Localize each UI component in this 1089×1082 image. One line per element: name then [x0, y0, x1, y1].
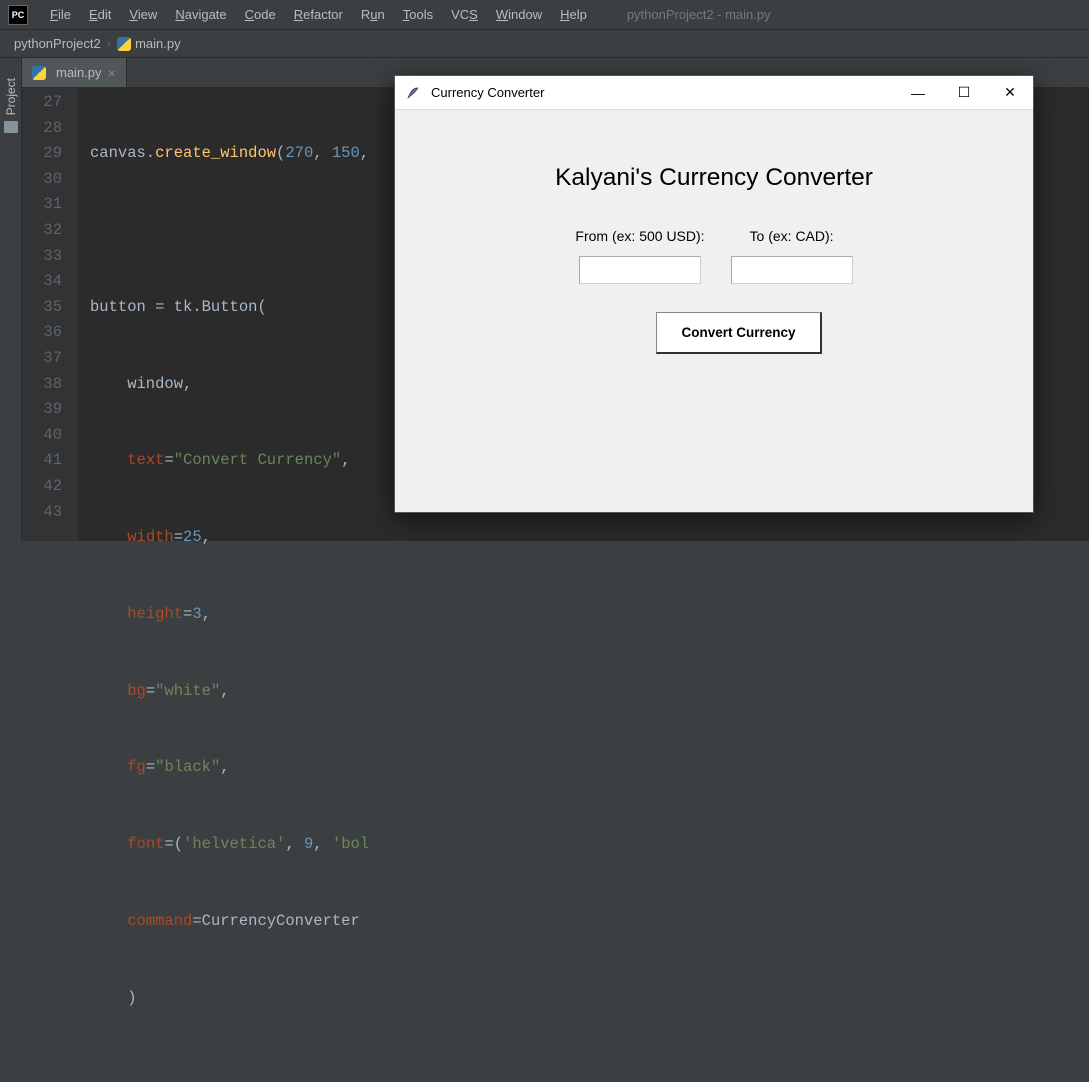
- tk-feather-icon: [405, 85, 421, 101]
- tk-titlebar[interactable]: Currency Converter — ☐ ✕: [395, 76, 1033, 110]
- code-content[interactable]: canvas.create_window(270, 150, button = …: [78, 88, 369, 541]
- python-file-icon: [117, 37, 131, 51]
- menu-file[interactable]: File: [42, 3, 79, 26]
- from-input[interactable]: [579, 256, 701, 284]
- breadcrumb-project[interactable]: pythonProject2: [14, 36, 101, 51]
- menu-vcs[interactable]: VCS: [443, 3, 486, 26]
- from-field-group: From (ex: 500 USD):: [575, 228, 704, 284]
- python-file-icon: [32, 66, 46, 80]
- to-label: To (ex: CAD):: [750, 228, 834, 244]
- to-input[interactable]: [731, 256, 853, 284]
- menu-tools[interactable]: Tools: [395, 3, 441, 26]
- menu-refactor[interactable]: Refactor: [286, 3, 351, 26]
- pycharm-logo-icon: PC: [8, 5, 28, 25]
- tab-main-py[interactable]: main.py ×: [22, 58, 127, 87]
- app-heading: Kalyani's Currency Converter: [555, 164, 873, 192]
- maximize-button[interactable]: ☐: [941, 76, 987, 110]
- menu-help[interactable]: Help: [552, 3, 595, 26]
- close-icon[interactable]: ×: [108, 65, 116, 81]
- window-title: pythonProject2 - main.py: [627, 7, 771, 22]
- tk-body: Kalyani's Currency Converter From (ex: 5…: [395, 110, 1033, 512]
- menu-view[interactable]: View: [121, 3, 165, 26]
- project-tool-label: Project: [4, 78, 18, 115]
- close-button[interactable]: ✕: [987, 76, 1033, 110]
- to-field-group: To (ex: CAD):: [731, 228, 853, 284]
- menu-code[interactable]: Code: [237, 3, 284, 26]
- project-tool-strip[interactable]: Project: [0, 58, 22, 541]
- breadcrumb-file[interactable]: main.py: [117, 36, 181, 52]
- tk-window: Currency Converter — ☐ ✕ Kalyani's Curre…: [394, 75, 1034, 513]
- breadcrumb: pythonProject2 › main.py: [0, 30, 1089, 58]
- menu-edit[interactable]: Edit: [81, 3, 119, 26]
- folder-icon: [4, 121, 18, 133]
- convert-button[interactable]: Convert Currency: [656, 312, 821, 354]
- from-label: From (ex: 500 USD):: [575, 228, 704, 244]
- menu-run[interactable]: Run: [353, 3, 393, 26]
- chevron-right-icon: ›: [107, 36, 111, 51]
- menubar: PC File Edit View Navigate Code Refactor…: [0, 0, 1089, 30]
- minimize-button[interactable]: —: [895, 76, 941, 110]
- menu-navigate[interactable]: Navigate: [167, 3, 234, 26]
- gutter: 27 28 29 30 31 32 33 34 35 36 37 38 39 4…: [22, 88, 78, 541]
- tk-fields: From (ex: 500 USD): To (ex: CAD):: [575, 228, 852, 284]
- menu-window[interactable]: Window: [488, 3, 550, 26]
- tk-window-title: Currency Converter: [431, 85, 895, 100]
- tab-label: main.py: [56, 65, 102, 80]
